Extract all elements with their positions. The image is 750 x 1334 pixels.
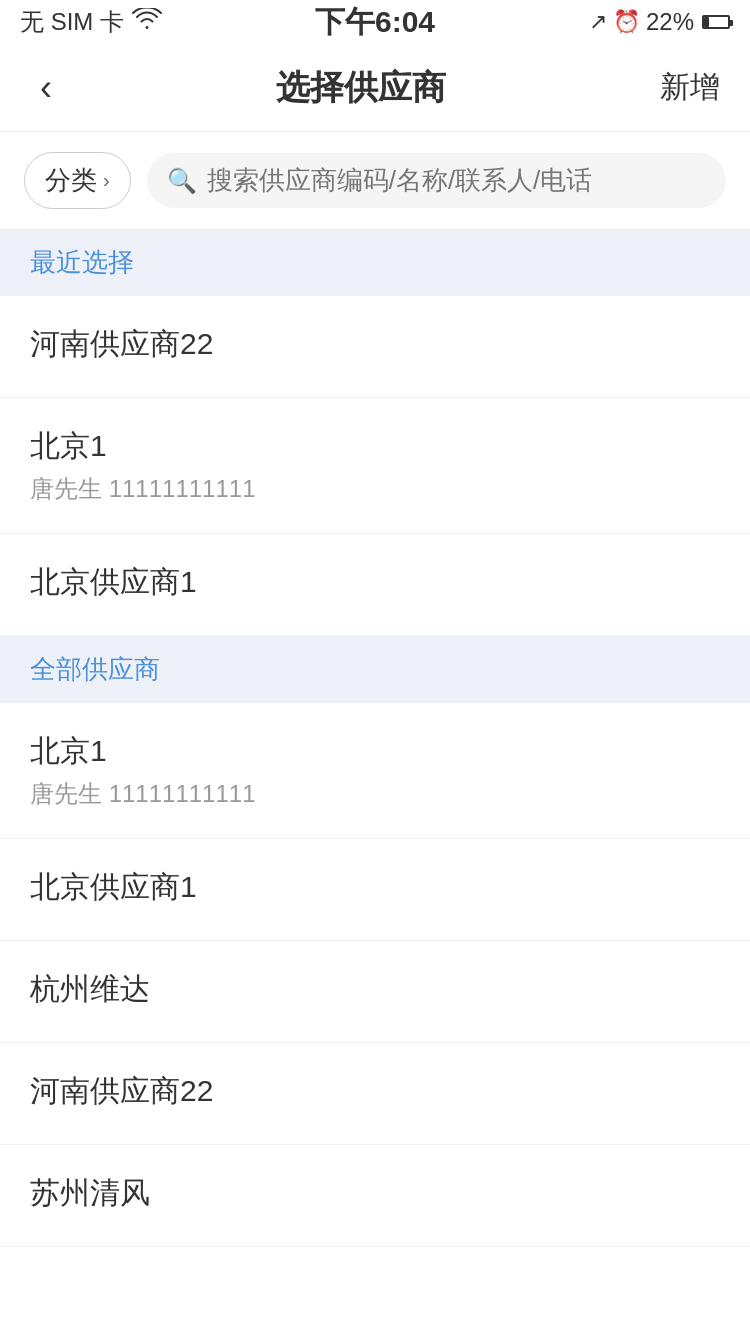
status-bar: 无 SIM 卡 下午6:04 ↗ ⏰ 22%	[0, 0, 750, 44]
status-right: ↗ ⏰ 22%	[589, 8, 730, 36]
list-item[interactable]: 河南供应商22	[0, 296, 750, 398]
category-label: 分类	[45, 163, 97, 198]
item-name: 北京供应商1	[30, 867, 720, 908]
item-sub: 唐先生 11111111111	[30, 778, 720, 810]
nav-bar: ‹ 选择供应商 新增	[0, 44, 750, 132]
all-section-label: 全部供应商	[30, 654, 160, 684]
chevron-icon: ›	[103, 169, 110, 192]
status-left: 无 SIM 卡	[20, 6, 162, 38]
status-time: 下午6:04	[315, 2, 435, 43]
list-item[interactable]: 苏州清风	[0, 1145, 750, 1247]
item-name: 苏州清风	[30, 1173, 720, 1214]
recent-section-header: 最近选择	[0, 229, 750, 296]
all-section-header: 全部供应商	[0, 636, 750, 703]
category-button[interactable]: 分类 ›	[24, 152, 131, 209]
wifi-icon	[132, 8, 162, 36]
list-item[interactable]: 北京1 唐先生 11111111111	[0, 398, 750, 534]
item-name: 河南供应商22	[30, 324, 720, 365]
list-item[interactable]: 北京1 唐先生 11111111111	[0, 703, 750, 839]
list-item[interactable]: 杭州维达	[0, 941, 750, 1043]
item-name: 北京1	[30, 731, 720, 772]
item-name: 北京供应商1	[30, 562, 720, 603]
all-list: 北京1 唐先生 11111111111 北京供应商1 杭州维达河南供应商22 苏州清风	[0, 703, 750, 1247]
carrier-text: 无 SIM 卡	[20, 6, 124, 38]
item-name: 杭州维达	[30, 969, 720, 1010]
battery-percent: 22%	[646, 8, 694, 36]
back-button[interactable]: ‹	[30, 57, 62, 119]
page-title: 选择供应商	[276, 65, 446, 111]
recent-section-label: 最近选择	[30, 247, 134, 277]
alarm-icon: ⏰	[613, 9, 640, 35]
add-button[interactable]: 新增	[660, 67, 720, 108]
item-name: 北京1	[30, 426, 720, 467]
list-item[interactable]: 河南供应商22	[0, 1043, 750, 1145]
search-icon: 🔍	[167, 167, 197, 195]
item-sub: 唐先生 11111111111	[30, 473, 720, 505]
location-icon: ↗	[589, 9, 607, 35]
battery-icon	[702, 15, 730, 29]
filter-bar: 分类 › 🔍	[0, 132, 750, 229]
list-item[interactable]: 北京供应商1	[0, 534, 750, 636]
item-name: 河南供应商22	[30, 1071, 720, 1112]
list-item[interactable]: 北京供应商1	[0, 839, 750, 941]
recent-list: 河南供应商22 北京1 唐先生 11111111111 北京供应商1	[0, 296, 750, 636]
search-box: 🔍	[147, 153, 726, 208]
search-input[interactable]	[207, 165, 706, 196]
